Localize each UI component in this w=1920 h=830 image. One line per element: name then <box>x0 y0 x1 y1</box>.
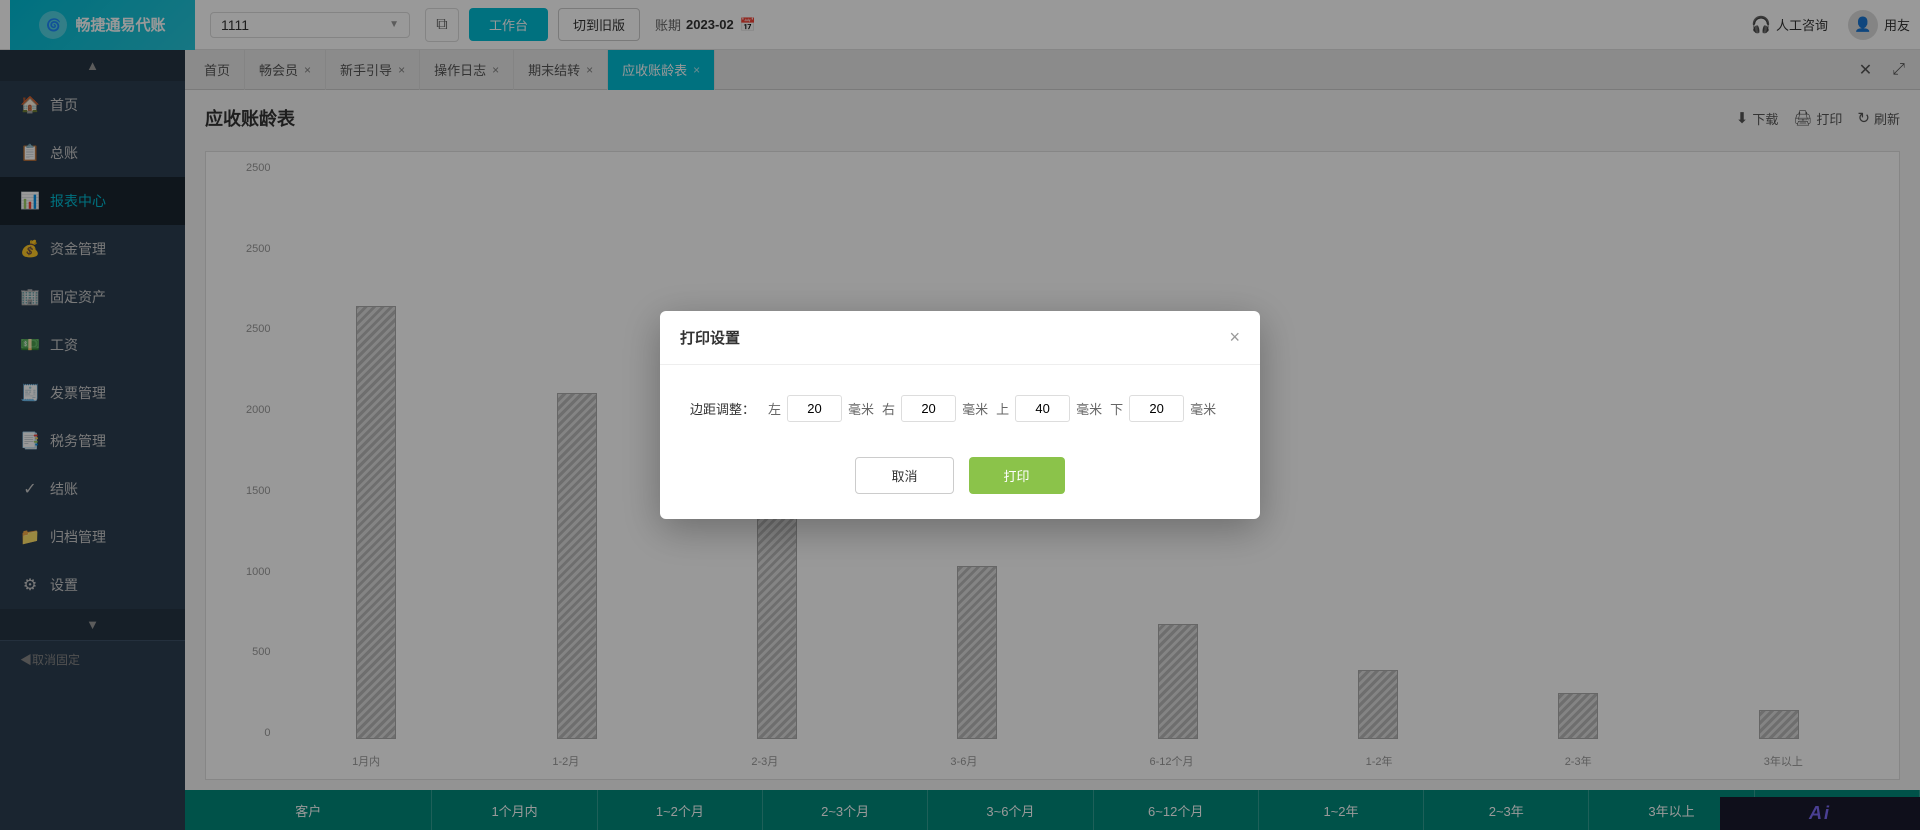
top-label: 上 <box>996 399 1009 418</box>
right-input[interactable] <box>901 395 956 422</box>
margin-label: 边距调整： <box>690 399 755 418</box>
modal-overlay: 打印设置 × 边距调整： 左 毫米 右 毫米 上 毫米 <box>0 0 1920 830</box>
modal-footer: 取消 打印 <box>660 442 1260 519</box>
modal-header: 打印设置 × <box>660 311 1260 365</box>
left-input[interactable] <box>787 395 842 422</box>
modal-close-button[interactable]: × <box>1229 327 1240 348</box>
right-label: 右 <box>882 399 895 418</box>
left-label: 左 <box>768 399 781 418</box>
right-unit: 毫米 <box>962 399 988 418</box>
bottom-label: 下 <box>1110 399 1123 418</box>
top-unit: 毫米 <box>1076 399 1102 418</box>
modal-title: 打印设置 <box>680 327 740 348</box>
cancel-button[interactable]: 取消 <box>855 457 953 494</box>
print-settings-modal: 打印设置 × 边距调整： 左 毫米 右 毫米 上 毫米 <box>660 311 1260 519</box>
bottom-input[interactable] <box>1129 395 1184 422</box>
top-input[interactable] <box>1015 395 1070 422</box>
confirm-print-button[interactable]: 打印 <box>969 457 1065 494</box>
left-unit: 毫米 <box>848 399 874 418</box>
bottom-unit: 毫米 <box>1190 399 1216 418</box>
margin-form-row: 边距调整： 左 毫米 右 毫米 上 毫米 下 <box>690 395 1230 422</box>
margin-bottom-group: 下 毫米 <box>1110 395 1216 422</box>
modal-body: 边距调整： 左 毫米 右 毫米 上 毫米 下 <box>660 365 1260 442</box>
margin-right-group: 右 毫米 <box>882 395 988 422</box>
margin-left-group: 左 毫米 <box>768 395 874 422</box>
margin-top-group: 上 毫米 <box>996 395 1102 422</box>
